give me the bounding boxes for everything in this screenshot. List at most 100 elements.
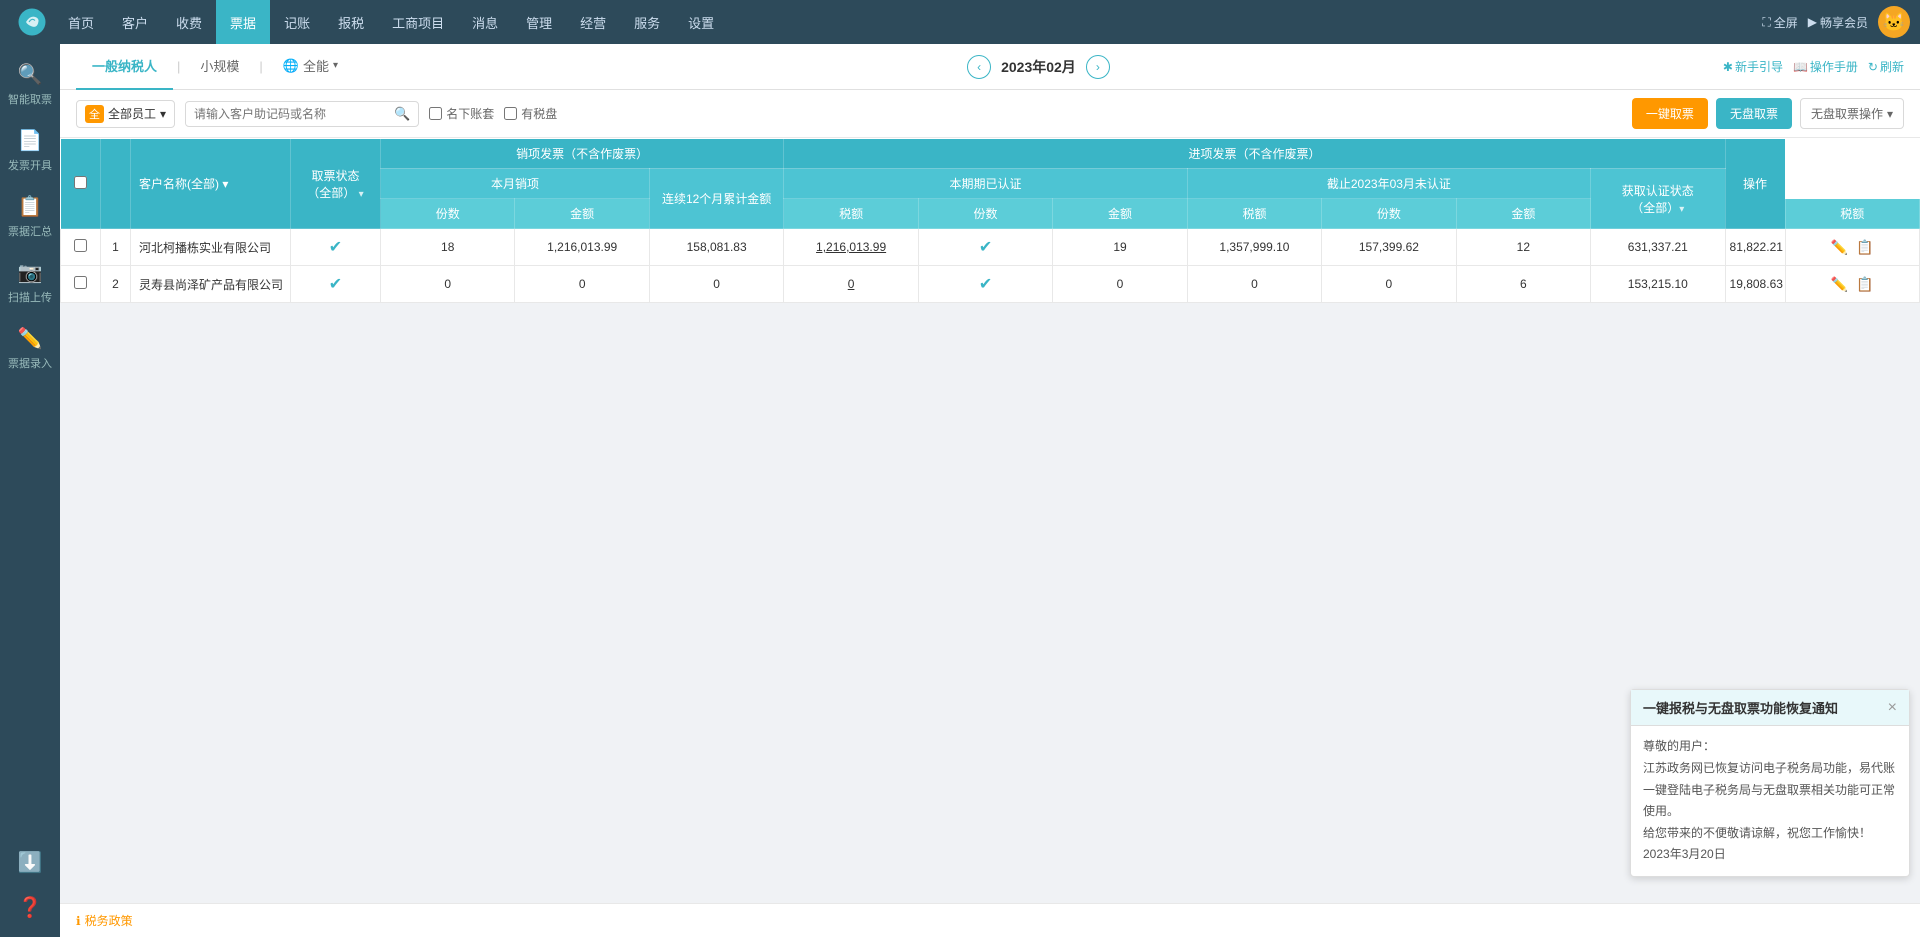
search-box: 🔍 <box>185 101 419 127</box>
sidebar-item-scan-upload[interactable]: 📷 扫描上传 <box>3 252 57 313</box>
edit-icon-2[interactable]: ✏️ <box>1831 276 1848 293</box>
row2-cert-tax: 0 <box>1322 266 1456 303</box>
table-container: 客户名称(全部) ▾ 取票状态（全部） ▾ 销项发票（不含作废票） 进项发票（不… <box>60 138 1920 303</box>
tab-bar: 一般纳税人 | 小规模 | 🌐 全能 ▾ ‹ 2023年02月 › ✱ 新手引导… <box>60 44 1920 90</box>
dropdown-icon: ▾ <box>1887 107 1893 121</box>
sidebar-item-invoice-summary[interactable]: 📋 票据汇总 <box>3 186 57 247</box>
filter-icon-take-status[interactable]: ▾ <box>359 189 364 200</box>
sidebar-help-btn[interactable]: ❓ <box>3 887 57 927</box>
edit-icon[interactable]: ✏️ <box>1831 239 1848 256</box>
uncert-count-header: 份数 <box>1322 199 1456 229</box>
row1-cert-amount: 1,357,999.10 <box>1187 229 1321 266</box>
dropdown-arrow-icon: ▾ <box>160 107 166 121</box>
fullscreen-icon: ⛶ <box>1762 15 1770 30</box>
tab-general-taxpayer[interactable]: 一般纳税人 <box>76 44 173 90</box>
toolbar-right: 一键取票 无盘取票 无盘取票操作 ▾ <box>1632 98 1904 129</box>
table-row: 1 河北柯播栋实业有限公司 ✔ 18 1,216,013.99 158,081.… <box>61 229 1920 266</box>
tab-small-scale[interactable]: 小规模 <box>184 44 255 90</box>
check-circle-icon-3: ✔ <box>329 276 342 293</box>
filter-icon-cert[interactable]: ▾ <box>1679 204 1684 215</box>
no-disk-ticket-btn[interactable]: 无盘取票 <box>1716 98 1792 129</box>
company-header[interactable]: 客户名称(全部) ▾ <box>131 139 291 229</box>
refresh-btn[interactable]: ↻ 刷新 <box>1868 58 1904 75</box>
tab-divider-2: | <box>259 59 262 74</box>
notification-close-btn[interactable]: × <box>1888 699 1897 717</box>
account-checkbox-label[interactable]: 名下账套 <box>429 105 494 122</box>
row2-company[interactable]: 灵寿县尚泽矿产品有限公司 <box>131 266 291 303</box>
12month-header: 连续12个月累计金额 <box>649 169 783 229</box>
smart-ticket-icon: 🔍 <box>18 62 43 87</box>
next-month-btn[interactable]: › <box>1086 55 1110 79</box>
top-nav-right: ⛶ 全屏 ▶ 畅享会员 🐱 <box>1762 6 1910 38</box>
select-all-checkbox[interactable] <box>74 176 87 189</box>
nav-message[interactable]: 消息 <box>458 0 512 44</box>
nav-invoice[interactable]: 票据 <box>216 0 270 44</box>
row1-take-status: ✔ <box>291 229 381 266</box>
cert-status-header[interactable]: 获取认证状态（全部）▾ <box>1591 169 1725 229</box>
nav-tax[interactable]: 报税 <box>324 0 378 44</box>
user-avatar[interactable]: 🐱 <box>1878 6 1910 38</box>
notification-header: 一键报税与无盘取票功能恢复通知 × <box>1631 690 1909 726</box>
check-all-header[interactable] <box>61 139 101 229</box>
member-btn[interactable]: ▶ 畅享会员 <box>1808 14 1868 31</box>
cert-count-header: 份数 <box>918 199 1052 229</box>
notification-content: 尊敬的用户： 江苏政务网已恢复访问电子税务局功能，易代账一键登陆电子税务局与无盘… <box>1643 739 1895 861</box>
row1-sale-tax: 158,081.83 <box>649 229 783 266</box>
nav-settings[interactable]: 设置 <box>674 0 728 44</box>
no-disk-ops-btn[interactable]: 无盘取票操作 ▾ <box>1800 98 1904 129</box>
row2-take-status: ✔ <box>291 266 381 303</box>
scan-upload-icon: 📷 <box>18 260 43 285</box>
take-status-header[interactable]: 取票状态（全部） ▾ <box>291 139 381 229</box>
top-navigation: 首页 客户 收费 票据 记账 报税 工商项目 消息 管理 经营 服务 设置 ⛶ … <box>0 0 1920 44</box>
nav-fee[interactable]: 收费 <box>162 0 216 44</box>
row1-company[interactable]: 河北柯播栋实业有限公司 <box>131 229 291 266</box>
nav-commerce[interactable]: 工商项目 <box>378 0 458 44</box>
row1-checkbox[interactable] <box>74 239 87 252</box>
search-input[interactable] <box>186 103 386 125</box>
row2-12month[interactable]: 0 <box>784 266 918 303</box>
beginner-guide-btn[interactable]: ✱ 新手引导 <box>1723 58 1783 75</box>
row1-12month[interactable]: 1,216,013.99 <box>784 229 918 266</box>
app-logo[interactable] <box>10 0 54 44</box>
uncert-tax-header: 税额 <box>1785 199 1919 229</box>
nav-operation[interactable]: 经营 <box>566 0 620 44</box>
nav-customer[interactable]: 客户 <box>108 0 162 44</box>
row1-uncert-count: 12 <box>1456 229 1590 266</box>
sale-invoice-group: 销项发票（不含作废票） <box>381 139 784 169</box>
one-key-ticket-btn[interactable]: 一键取票 <box>1632 98 1708 129</box>
action-header: 操作 <box>1725 139 1785 229</box>
tab-all[interactable]: 🌐 全能 ▾ <box>267 44 354 90</box>
nav-service[interactable]: 服务 <box>620 0 674 44</box>
row1-cert-tax: 157,399.62 <box>1322 229 1456 266</box>
copy-icon-2[interactable]: 📋 <box>1856 276 1873 293</box>
nav-bookkeeping[interactable]: 记账 <box>270 0 324 44</box>
tax-disk-checkbox[interactable] <box>504 107 517 120</box>
row2-cert-status: ✔ <box>918 266 1052 303</box>
guide-icon: ✱ <box>1723 60 1733 74</box>
sidebar-download-btn[interactable]: ⬇️ <box>3 842 57 882</box>
chevron-down-icon: ▾ <box>333 60 338 71</box>
prev-month-btn[interactable]: ‹ <box>967 55 991 79</box>
row1-checkbox-cell[interactable] <box>61 229 101 266</box>
sidebar-item-issue-invoice[interactable]: 📄 发票开具 <box>3 120 57 181</box>
tax-disk-checkbox-label[interactable]: 有税盘 <box>504 105 557 122</box>
sidebar-item-smart-ticket[interactable]: 🔍 智能取票 <box>3 54 57 115</box>
manual-btn[interactable]: 📖 操作手册 <box>1793 58 1858 75</box>
notification-popup: 一键报税与无盘取票功能恢复通知 × 尊敬的用户： 江苏政务网已恢复访问电子税务局… <box>1630 689 1910 877</box>
employee-filter-select[interactable]: 全 全部员工 ▾ <box>76 100 175 128</box>
row2-sale-amount: 0 <box>515 266 649 303</box>
row2-sale-tax: 0 <box>649 266 783 303</box>
month-navigation: ‹ 2023年02月 › <box>358 55 1719 79</box>
row2-checkbox-cell[interactable] <box>61 266 101 303</box>
fullscreen-btn[interactable]: ⛶ 全屏 <box>1762 14 1797 31</box>
account-checkbox[interactable] <box>429 107 442 120</box>
row2-checkbox[interactable] <box>74 276 87 289</box>
search-button[interactable]: 🔍 <box>386 102 418 126</box>
row2-uncert-amount: 153,215.10 <box>1591 266 1725 303</box>
nav-management[interactable]: 管理 <box>512 0 566 44</box>
tax-policy-link[interactable]: ℹ 税务政策 <box>76 912 133 929</box>
page-footer: ℹ 税务政策 <box>60 903 1920 937</box>
copy-icon[interactable]: 📋 <box>1856 239 1873 256</box>
sidebar-item-invoice-entry[interactable]: ✏️ 票据录入 <box>3 318 57 379</box>
nav-home[interactable]: 首页 <box>54 0 108 44</box>
